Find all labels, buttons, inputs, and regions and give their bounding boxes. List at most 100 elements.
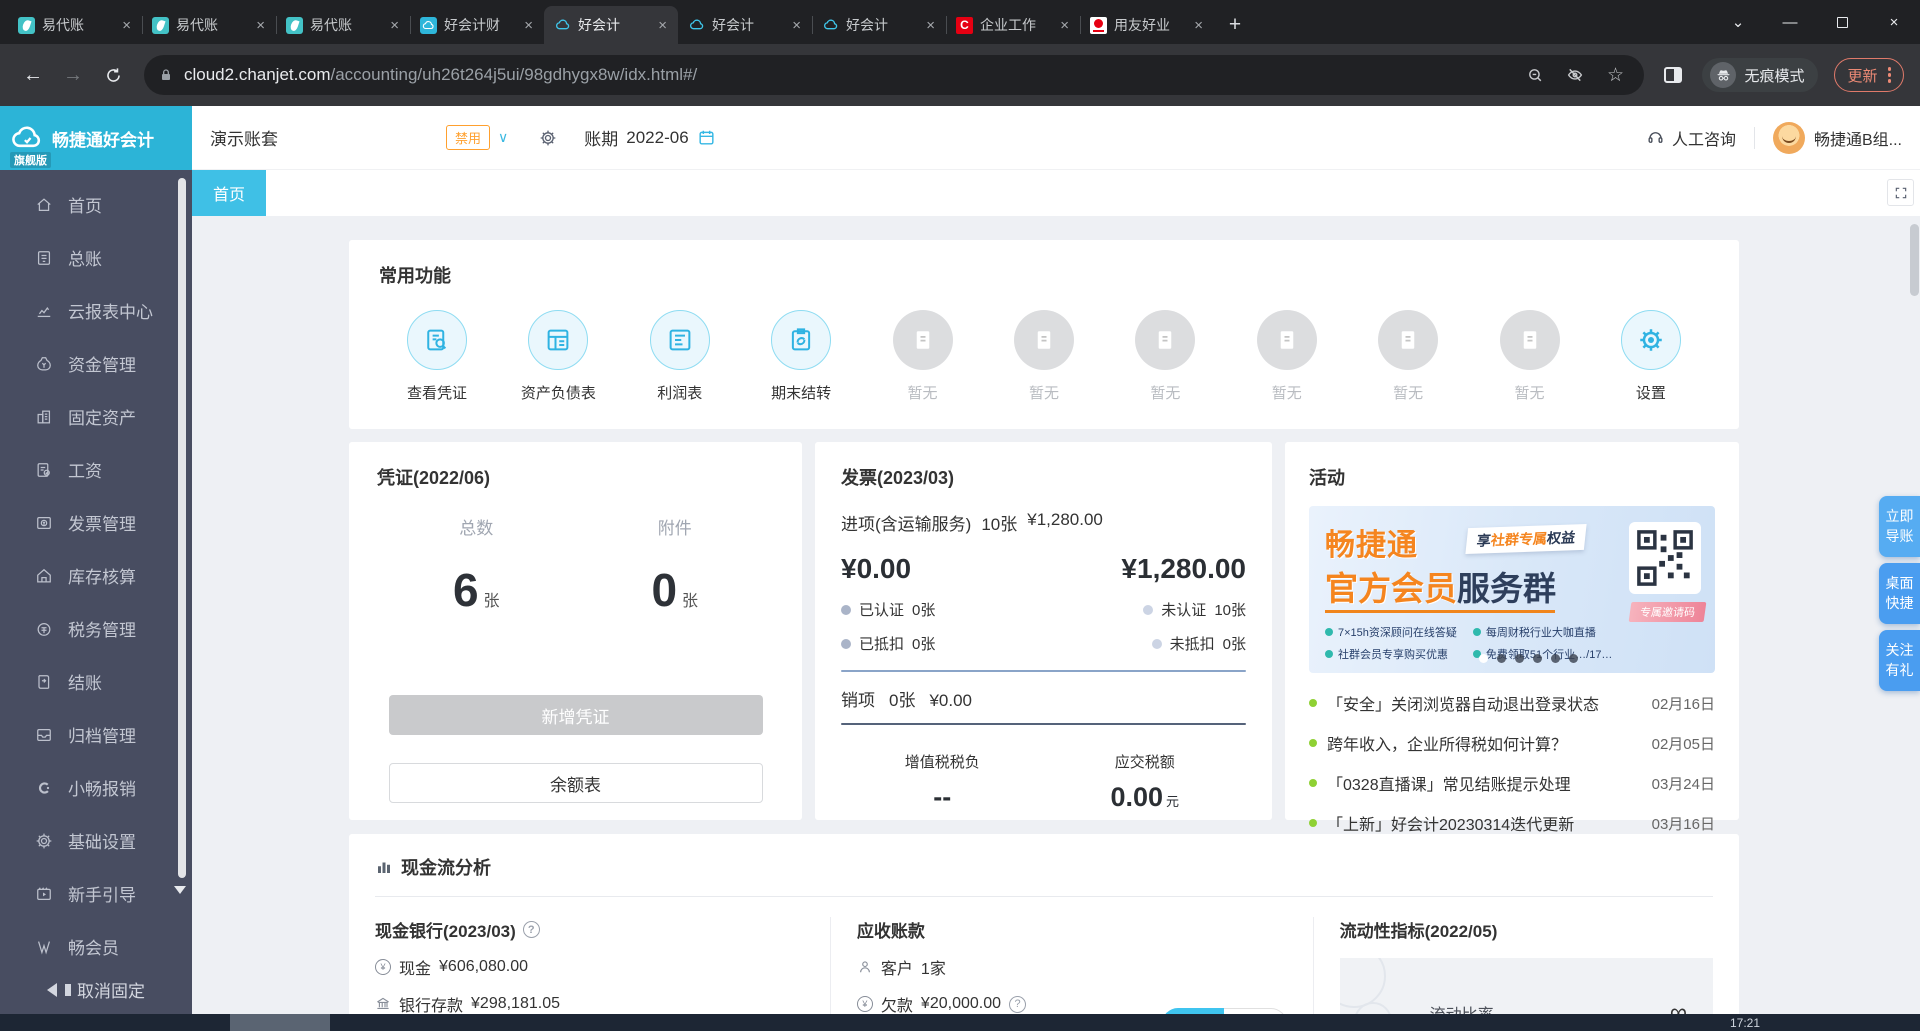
sidebar-item-reimbursement[interactable]: 小畅报销 bbox=[0, 761, 192, 814]
sidebar-item-settings[interactable]: 基础设置 bbox=[0, 814, 192, 867]
browser-tabbar: 易代账 × 易代账 × 易代账 × 好会计财 × 好会计 × 好会计 × 好会计… bbox=[0, 0, 1920, 44]
browser-tab[interactable]: 用友好业 × bbox=[1080, 6, 1214, 44]
close-button[interactable]: × bbox=[1868, 0, 1920, 44]
desktop-shortcut-button[interactable]: 桌面 快捷 bbox=[1879, 563, 1920, 624]
topbar-right: 人工咨询 畅捷通B组... bbox=[1646, 121, 1902, 154]
fn-settings[interactable]: 设置 bbox=[1599, 310, 1703, 403]
balance-table-button[interactable]: 余额表 bbox=[388, 763, 763, 803]
fn-profit-statement[interactable]: 利润表 bbox=[628, 310, 732, 403]
sidebar-item-general-ledger[interactable]: 总账 bbox=[0, 231, 192, 284]
sidebar-item-inventory[interactable]: 库存核算 bbox=[0, 549, 192, 602]
browser-tab[interactable]: 易代账 × bbox=[8, 6, 142, 44]
sidebar-scroll-down-icon[interactable] bbox=[174, 886, 186, 894]
fn-view-voucher[interactable]: 查看凭证 bbox=[385, 310, 489, 403]
page-tab-strip: 首页 bbox=[192, 170, 1920, 216]
vat-burden: 增值税税负 -- bbox=[841, 751, 1044, 813]
side-panel-icon[interactable] bbox=[1658, 60, 1688, 90]
account-set-name[interactable]: 演示账套 bbox=[210, 125, 278, 150]
unpin-sidebar-button[interactable]: 取消固定 bbox=[0, 977, 192, 1002]
status-badge-disabled[interactable]: 禁用 bbox=[446, 125, 491, 150]
sidebar-item-cloud-reports[interactable]: 云报表中心 bbox=[0, 284, 192, 337]
tab-close-icon[interactable]: × bbox=[789, 17, 804, 34]
carousel-dot[interactable] bbox=[1551, 654, 1560, 663]
bookmark-star-icon[interactable]: ☆ bbox=[1600, 60, 1630, 90]
news-item[interactable]: 跨年收入，企业所得税如何计算？ 02月05日 bbox=[1309, 731, 1715, 755]
carousel-dot[interactable] bbox=[1569, 654, 1578, 663]
new-tab-button[interactable]: + bbox=[1220, 10, 1250, 40]
sidebar-item-home[interactable]: 首页 bbox=[0, 178, 192, 231]
browser-tab[interactable]: 易代账 × bbox=[142, 6, 276, 44]
tab-close-icon[interactable]: × bbox=[253, 17, 268, 34]
page-scrollbar[interactable] bbox=[1910, 224, 1919, 296]
tab-close-icon[interactable]: × bbox=[521, 17, 536, 34]
sidebar-item-guide[interactable]: 新手引导 bbox=[0, 867, 192, 920]
sidebar-item-archive[interactable]: 归档管理 bbox=[0, 708, 192, 761]
sidebar-item-membership[interactable]: 畅会员 bbox=[0, 920, 192, 973]
sidebar-item-invoice-management[interactable]: 发票管理 bbox=[0, 496, 192, 549]
browser-tab[interactable]: C 企业工作 × bbox=[946, 6, 1080, 44]
output-amount: ¥0.00 bbox=[929, 691, 973, 710]
fullscreen-icon bbox=[1895, 187, 1906, 198]
help-icon[interactable]: ? bbox=[1009, 995, 1026, 1013]
liquidity-title: 流动性指标(2022/05) bbox=[1339, 922, 1498, 941]
sidebar-item-tax[interactable]: 税务管理 bbox=[0, 602, 192, 655]
news-item[interactable]: 「0328直播课」常见结账提示处理 03月24日 bbox=[1309, 771, 1715, 795]
common-functions-row: 查看凭证 资产负债表 利润表 期末结转 暂无 暂无 暂无 暂无 暂无 暂无 设置 bbox=[379, 288, 1709, 403]
help-icon[interactable]: ? bbox=[522, 921, 540, 938]
sidebar-scrollbar[interactable] bbox=[178, 178, 186, 878]
sidebar-item-fixed-assets[interactable]: 固定资产 bbox=[0, 390, 192, 443]
minimize-button[interactable]: — bbox=[1764, 0, 1816, 44]
back-button[interactable]: ← bbox=[16, 58, 50, 92]
tab-search-chevron-icon[interactable]: ⌄ bbox=[1712, 0, 1764, 44]
sidebar-item-closing[interactable]: 结账 bbox=[0, 655, 192, 708]
brand-logo[interactable]: 畅捷通好会计 旗舰版 bbox=[0, 106, 192, 170]
browser-tab[interactable]: 好会计 × bbox=[812, 6, 946, 44]
fullscreen-toggle[interactable] bbox=[1887, 179, 1914, 206]
chrome-update-button[interactable]: 更新 bbox=[1834, 58, 1904, 92]
browser-tab-active[interactable]: 好会计 × bbox=[544, 6, 678, 44]
accounting-period-picker[interactable]: 账期 2022-06 bbox=[584, 125, 715, 150]
tab-close-icon[interactable]: × bbox=[1057, 17, 1072, 34]
fn-balance-sheet[interactable]: 资产负债表 bbox=[506, 310, 610, 403]
carousel-dot[interactable] bbox=[1479, 654, 1488, 663]
import-accounts-button[interactable]: 立即 导账 bbox=[1879, 496, 1920, 557]
sidebar-item-payroll[interactable]: 工资 bbox=[0, 443, 192, 496]
fn-period-end-carryover[interactable]: 期末结转 bbox=[749, 310, 853, 403]
tab-close-icon[interactable]: × bbox=[1191, 17, 1206, 34]
promo-banner[interactable]: 畅捷通 享社群专属权益 官方会员服务群 7×15h资深顾问在线答疑 每周财税行业… bbox=[1309, 506, 1715, 673]
maximize-button[interactable] bbox=[1816, 0, 1868, 44]
forward-button[interactable]: → bbox=[56, 58, 90, 92]
browser-tab[interactable]: 易代账 × bbox=[276, 6, 410, 44]
main-area: 演示账套 禁用 ∨ 账期 2022-06 人工咨询 畅捷通B组... 首页 常用… bbox=[192, 106, 1920, 1014]
taskbar-app-button[interactable] bbox=[230, 1014, 330, 1031]
browser-tab[interactable]: 好会计 × bbox=[678, 6, 812, 44]
tab-home[interactable]: 首页 bbox=[192, 170, 266, 216]
reload-button[interactable] bbox=[96, 58, 130, 92]
support-link[interactable]: 人工咨询 bbox=[1646, 126, 1736, 150]
browser-menu-icon[interactable] bbox=[1887, 67, 1891, 83]
carousel-dot[interactable] bbox=[1515, 654, 1524, 663]
tab-close-icon[interactable]: × bbox=[387, 17, 402, 34]
url-bar[interactable]: cloud2.chanjet.com/accounting/uh26t264j5… bbox=[144, 55, 1645, 95]
user-avatar[interactable] bbox=[1772, 121, 1805, 154]
user-name[interactable]: 畅捷通B组... bbox=[1814, 126, 1902, 150]
unpin-bars-icon bbox=[65, 983, 71, 996]
carousel-dot[interactable] bbox=[1497, 654, 1506, 663]
carousel-dot[interactable] bbox=[1533, 654, 1542, 663]
account-settings-gear-icon[interactable] bbox=[538, 128, 558, 148]
balance-sheet-icon bbox=[528, 310, 589, 370]
chevron-down-icon[interactable]: ∨ bbox=[498, 129, 508, 146]
tab-close-icon[interactable]: × bbox=[119, 17, 134, 34]
browser-tab[interactable]: 好会计财 × bbox=[410, 6, 544, 44]
zoom-out-icon[interactable] bbox=[1520, 60, 1550, 90]
tab-close-icon[interactable]: × bbox=[923, 17, 938, 34]
url-path: /accounting/uh26t264j5ui/98gdhygx8w/idx.… bbox=[330, 65, 698, 84]
tab-label: 易代账 bbox=[42, 17, 84, 33]
tab-close-icon[interactable]: × bbox=[655, 17, 670, 34]
eye-off-icon[interactable] bbox=[1560, 60, 1590, 90]
news-item[interactable]: 「安全」关闭浏览器自动退出登录状态 02月16日 bbox=[1309, 691, 1715, 715]
sidebar-item-funds[interactable]: 资金管理 bbox=[0, 337, 192, 390]
new-voucher-button[interactable]: 新增凭证 bbox=[388, 695, 763, 735]
news-item[interactable]: 「上新」好会计20230314迭代更新 03月16日 bbox=[1309, 811, 1715, 835]
follow-gift-button[interactable]: 关注 有礼 bbox=[1879, 630, 1920, 691]
